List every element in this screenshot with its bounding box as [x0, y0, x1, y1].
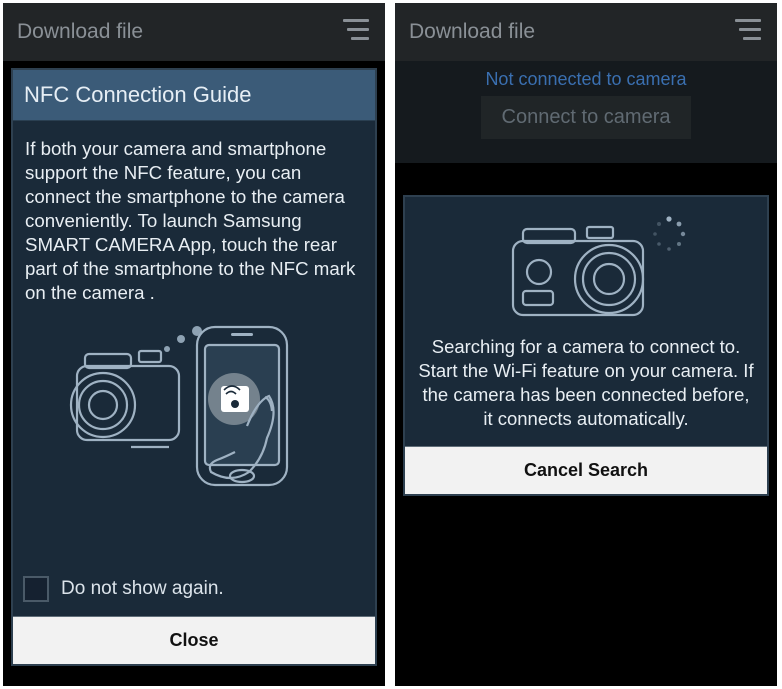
dialog-body-text: If both your camera and smartphone suppo…: [13, 121, 375, 311]
search-text: Searching for a camera to connect to. St…: [405, 327, 767, 446]
dialog-title: NFC Connection Guide: [13, 70, 375, 121]
search-dialog: Searching for a camera to connect to. St…: [403, 195, 769, 496]
checkbox-icon[interactable]: [23, 576, 49, 602]
phone-left: Download file NFC Connection Guide If bo…: [3, 3, 385, 686]
close-button[interactable]: Close: [13, 616, 375, 664]
menu-icon[interactable]: [341, 19, 371, 45]
nfc-dialog: NFC Connection Guide If both your camera…: [11, 68, 377, 666]
connect-button[interactable]: Connect to camera: [481, 96, 691, 139]
cancel-button[interactable]: Cancel Search: [405, 446, 767, 494]
camera-illustration: [405, 197, 767, 327]
checkbox-label: Do not show again.: [61, 578, 224, 600]
nfc-illustration: [13, 309, 375, 499]
dont-show-row[interactable]: Do not show again.: [13, 572, 375, 616]
topbar-title: Download file: [17, 20, 143, 44]
status-text: Not connected to camera: [395, 61, 777, 96]
connection-area: Not connected to camera Connect to camer…: [395, 61, 777, 163]
phone-right: Download file Not connected to camera Co…: [395, 3, 777, 686]
topbar: Download file: [3, 3, 385, 61]
topbar: Download file: [395, 3, 777, 61]
topbar-title: Download file: [409, 20, 535, 44]
menu-icon[interactable]: [733, 19, 763, 45]
